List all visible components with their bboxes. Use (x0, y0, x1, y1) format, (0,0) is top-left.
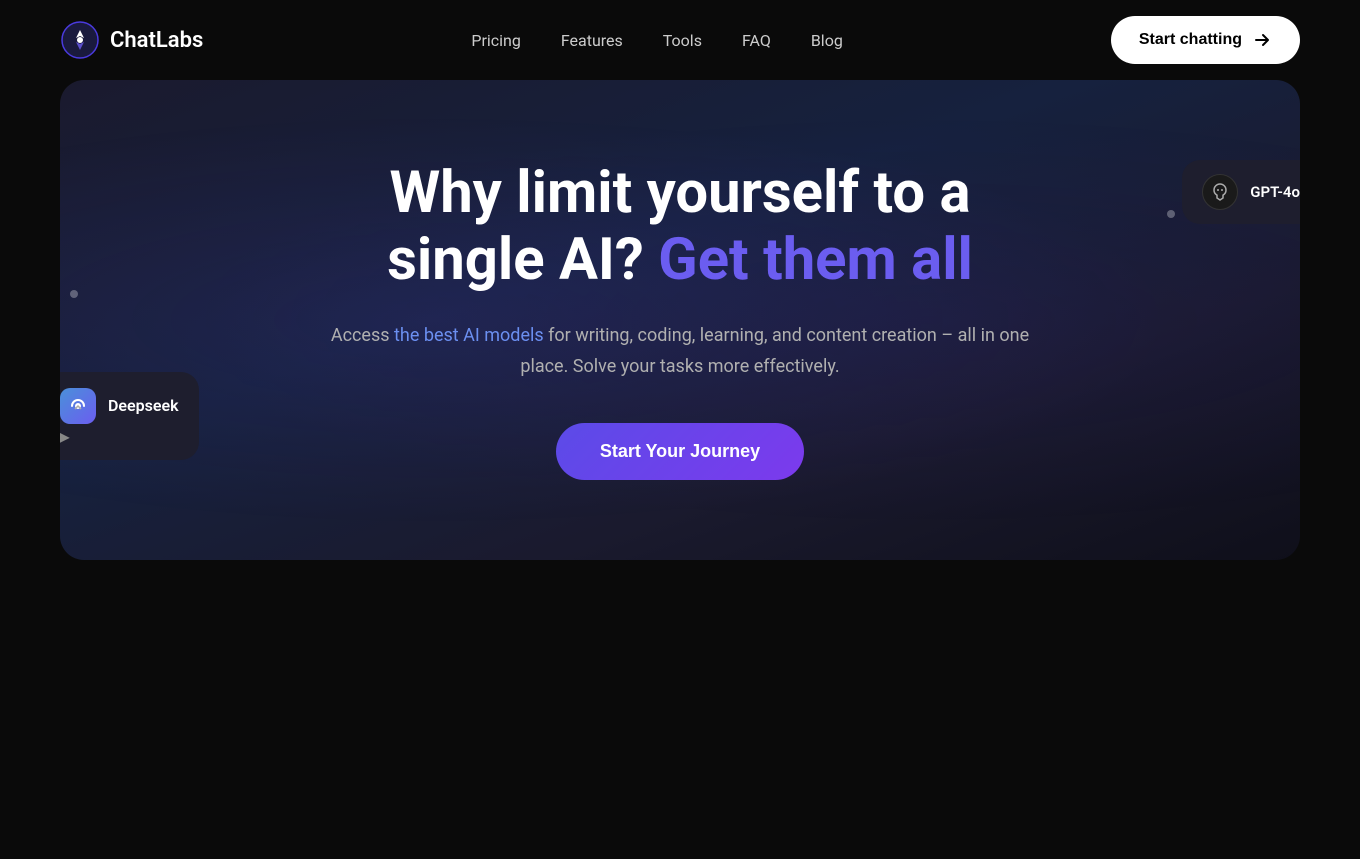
gpt-card: GPT-4o (1182, 160, 1300, 224)
nav-item-features[interactable]: Features (561, 31, 623, 50)
arrow-right-icon (1252, 30, 1272, 50)
nav-item-pricing[interactable]: Pricing (471, 31, 521, 50)
start-chatting-button[interactable]: Start chatting (1111, 16, 1300, 64)
deepseek-name: Deepseek (108, 396, 179, 415)
hero-description: Access the best AI models for writing, c… (330, 321, 1030, 382)
nav-links: Pricing Features Tools FAQ Blog (471, 31, 842, 50)
deepseek-arrow: ▶ (60, 430, 69, 444)
hero-content: Why limit yourself to a single AI? Get t… (330, 160, 1030, 480)
nav-item-faq[interactable]: FAQ (742, 31, 771, 50)
dot-decoration-left (70, 290, 78, 298)
nav-item-blog[interactable]: Blog (811, 31, 843, 50)
logo-text: ChatLabs (110, 28, 203, 53)
nav-item-tools[interactable]: Tools (663, 31, 702, 50)
hero-section: Deepseek ▶ GPT-4o Why limit yourself to … (60, 80, 1300, 560)
deepseek-card: Deepseek ▶ (60, 372, 199, 460)
hero-title: Why limit yourself to a single AI? Get t… (330, 160, 1030, 293)
start-chatting-label: Start chatting (1139, 31, 1242, 49)
hero-description-link: the best AI models (394, 325, 544, 346)
start-journey-button[interactable]: Start Your Journey (556, 423, 804, 480)
gpt-icon (1202, 174, 1238, 210)
hero-title-accent: Get them all (658, 226, 973, 294)
gpt-name: GPT-4o (1250, 183, 1300, 201)
bottom-section (0, 560, 1360, 859)
dot-decoration-right (1167, 210, 1175, 218)
logo-icon (60, 20, 100, 60)
navbar: ChatLabs Pricing Features Tools FAQ Blog… (0, 0, 1360, 80)
deepseek-icon (60, 388, 96, 424)
logo[interactable]: ChatLabs (60, 20, 203, 60)
